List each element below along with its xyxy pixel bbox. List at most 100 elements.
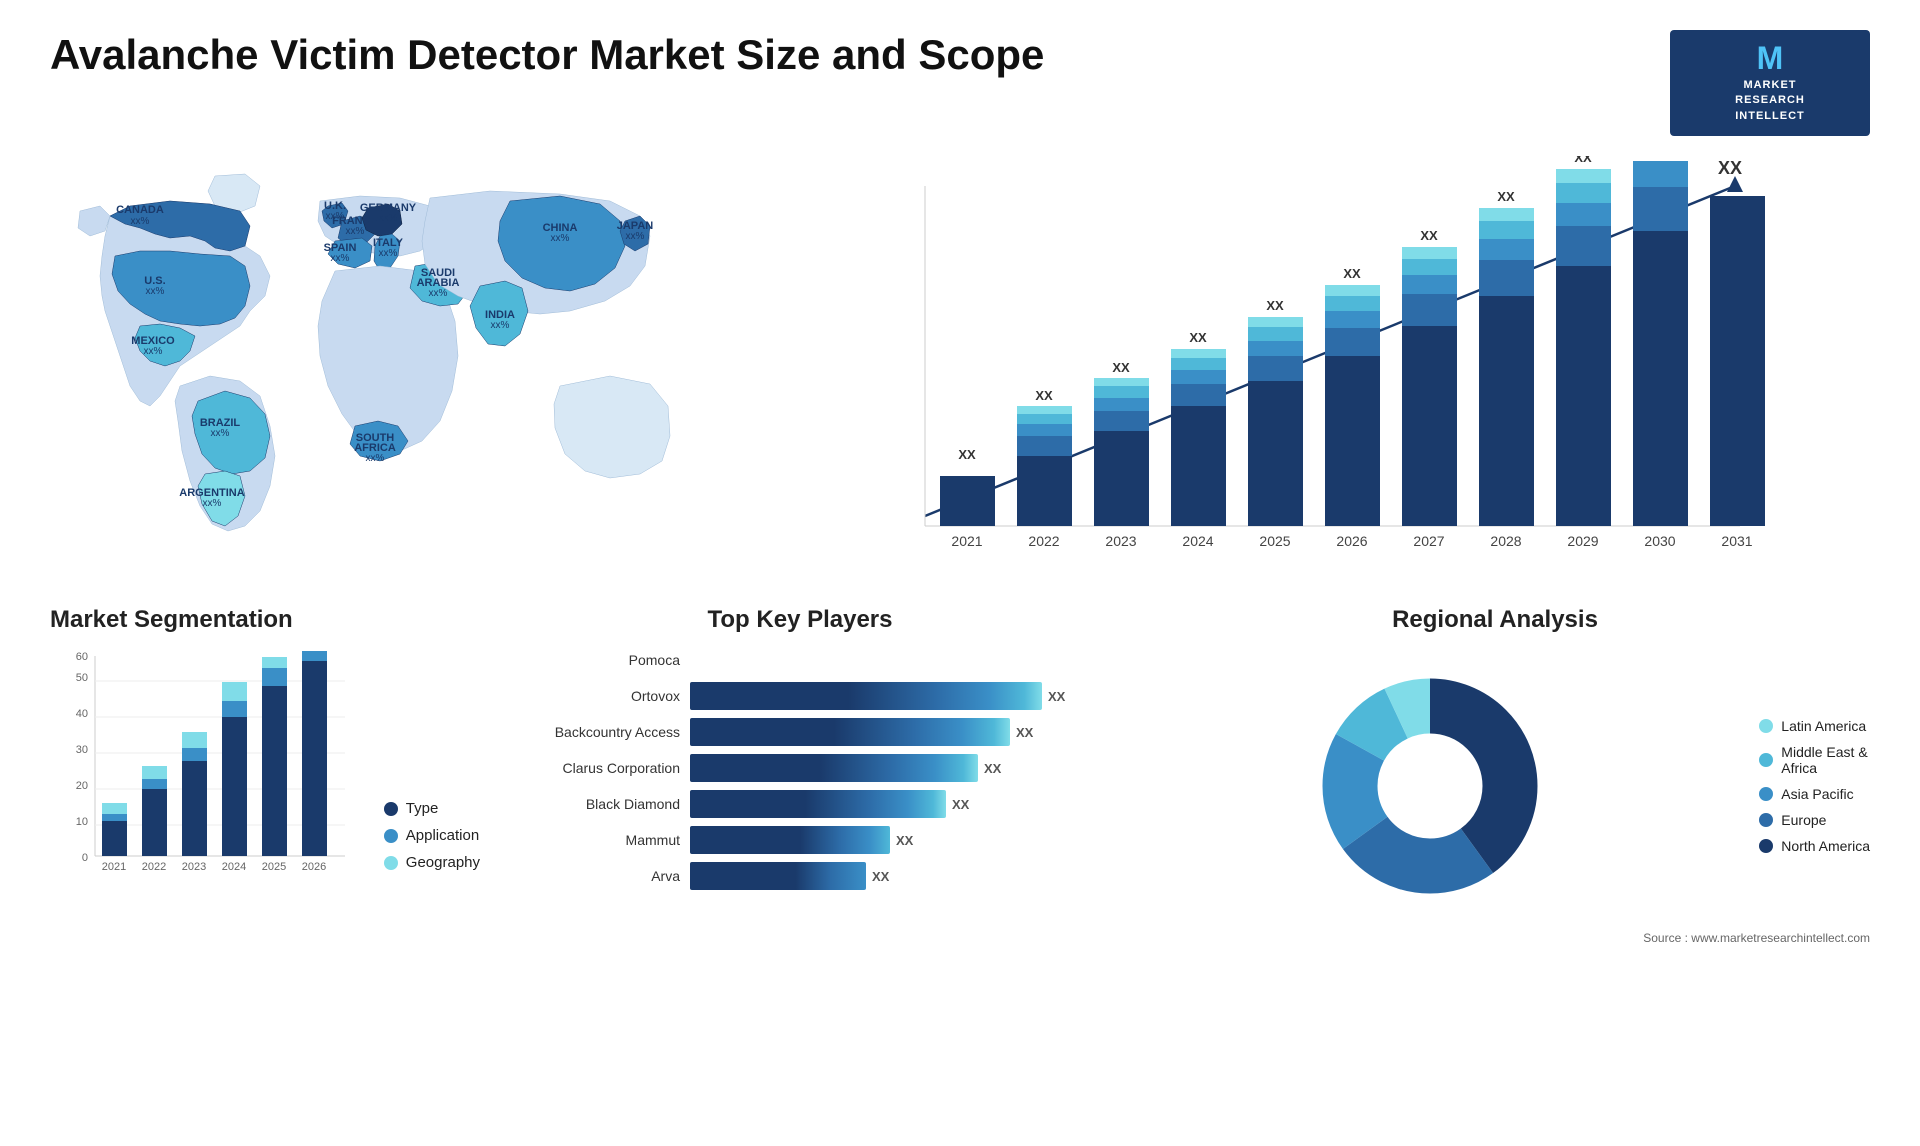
player-bar-container: XX [690, 862, 1090, 890]
player-name-mammut: Mammut [510, 832, 680, 848]
mammut-value: XX [896, 833, 913, 848]
svg-text:xx%: xx% [144, 346, 163, 357]
svg-text:XX: XX [1266, 298, 1284, 313]
legend-app-label: Application [406, 827, 479, 844]
svg-text:XX: XX [1189, 330, 1207, 345]
svg-text:XX: XX [1343, 266, 1361, 281]
reg-dot-eu [1759, 813, 1773, 827]
legend-geography: Geography [384, 854, 480, 871]
legend-geo-label: Geography [406, 854, 480, 871]
legend-type: Type [384, 800, 480, 817]
regional-legend: Latin America Middle East &Africa Asia P… [1759, 718, 1870, 854]
svg-text:2024: 2024 [1182, 533, 1213, 549]
svg-text:60: 60 [76, 651, 88, 663]
svg-text:2027: 2027 [1413, 533, 1444, 549]
logo: M MARKET RESEARCH INTELLECT [1670, 30, 1870, 136]
svg-text:XX: XX [1035, 388, 1053, 403]
player-row-mammut: Mammut XX [510, 826, 1090, 854]
reg-legend-na: North America [1759, 838, 1870, 854]
svg-text:xx%: xx% [366, 453, 385, 464]
player-name-blackdiamond: Black Diamond [510, 796, 680, 812]
player-name-clarus: Clarus Corporation [510, 760, 680, 776]
reg-legend-la: Latin America [1759, 718, 1870, 734]
players-title: Top Key Players [510, 606, 1090, 634]
player-name: Pomoca [510, 652, 680, 668]
reg-label-mea: Middle East &Africa [1781, 744, 1867, 776]
legend-geo-dot [384, 856, 398, 870]
player-bar-container: XX [690, 682, 1090, 710]
player-bar-container: XX [690, 754, 1090, 782]
legend-application: Application [384, 827, 480, 844]
clarus-bar [690, 754, 978, 782]
svg-text:2023: 2023 [182, 861, 206, 873]
player-row-ortovox: Ortovox XX [510, 682, 1090, 710]
svg-text:2021: 2021 [102, 861, 126, 873]
svg-text:xx%: xx% [146, 286, 165, 297]
page-title: Avalanche Victim Detector Market Size an… [50, 30, 1044, 80]
seg-container: 0 10 20 30 40 50 60 [50, 646, 480, 901]
svg-text:XX: XX [1112, 360, 1130, 375]
reg-dot-ap [1759, 787, 1773, 801]
svg-text:xx%: xx% [379, 213, 398, 224]
canada-label: CANADA [116, 204, 164, 216]
arva-bar [690, 862, 866, 890]
player-row-backcountry: Backcountry Access XX [510, 718, 1090, 746]
svg-text:xx%: xx% [331, 253, 350, 264]
bar-chart-container: XX XX [760, 156, 1870, 576]
svg-text:10: 10 [76, 816, 88, 828]
reg-label-na: North America [1781, 838, 1870, 854]
bar-chart-area: XX XX [740, 156, 1870, 586]
regional-title: Regional Analysis [1120, 606, 1870, 634]
player-name-arva: Arva [510, 868, 680, 884]
player-bar-container: XX [690, 826, 1090, 854]
map-area: CANADA xx% U.S. xx% MEXICO xx% BRAZIL xx… [50, 156, 730, 586]
svg-text:2028: 2028 [1490, 533, 1521, 549]
bar-chart-svg: XX XX [760, 156, 1870, 576]
player-row-clarus: Clarus Corporation XX [510, 754, 1090, 782]
player-name-backcountry: Backcountry Access [510, 724, 680, 740]
svg-text:xx%: xx% [203, 498, 222, 509]
svg-text:2031: 2031 [1721, 533, 1752, 549]
svg-text:xx%: xx% [551, 233, 570, 244]
seg-legend: Type Application Geography [384, 800, 480, 901]
reg-label-ap: Asia Pacific [1781, 786, 1853, 802]
regional-section: Regional Analysis [1120, 606, 1870, 945]
svg-text:2025: 2025 [1259, 533, 1290, 549]
legend-type-dot [384, 802, 398, 816]
svg-text:xx%: xx% [491, 320, 510, 331]
legend-app-dot [384, 829, 398, 843]
blackdiamond-value: XX [952, 797, 969, 812]
backcountry-bar [690, 718, 1010, 746]
svg-text:XX: XX [1574, 156, 1592, 165]
svg-text:20: 20 [76, 780, 88, 792]
svg-text:2022: 2022 [142, 861, 166, 873]
backcountry-value: XX [1016, 725, 1033, 740]
svg-text:2026: 2026 [1336, 533, 1367, 549]
seg-chart-svg: 0 10 20 30 40 50 60 [50, 646, 350, 896]
reg-legend-mea: Middle East &Africa [1759, 744, 1870, 776]
svg-text:2022: 2022 [1028, 533, 1059, 549]
svg-text:50: 50 [76, 672, 88, 684]
source-text: Source : www.marketresearchintellect.com [1120, 931, 1870, 945]
segmentation-section: Market Segmentation 0 10 20 30 [50, 606, 480, 945]
svg-text:0: 0 [82, 852, 88, 864]
svg-text:xx%: xx% [346, 226, 365, 237]
svg-text:XX: XX [1718, 158, 1742, 178]
legend-type-label: Type [406, 800, 439, 817]
svg-text:xx%: xx% [626, 231, 645, 242]
svg-text:xx%: xx% [211, 428, 230, 439]
reg-dot-mea [1759, 753, 1773, 767]
logo-initial: M [1757, 42, 1784, 74]
svg-text:2029: 2029 [1567, 533, 1598, 549]
reg-legend-ap: Asia Pacific [1759, 786, 1870, 802]
world-map: CANADA xx% U.S. xx% MEXICO xx% BRAZIL xx… [50, 156, 710, 576]
map-container: CANADA xx% U.S. xx% MEXICO xx% BRAZIL xx… [50, 156, 710, 576]
logo-text: MARKET RESEARCH INTELLECT [1735, 78, 1805, 124]
regional-container: Latin America Middle East &Africa Asia P… [1120, 646, 1870, 926]
svg-text:XX: XX [1497, 189, 1515, 204]
player-name-ortovox: Ortovox [510, 688, 680, 704]
svg-text:2025: 2025 [262, 861, 286, 873]
svg-text:2030: 2030 [1644, 533, 1675, 549]
player-bar-container: XX [690, 790, 1090, 818]
page: Avalanche Victim Detector Market Size an… [0, 0, 1920, 1146]
